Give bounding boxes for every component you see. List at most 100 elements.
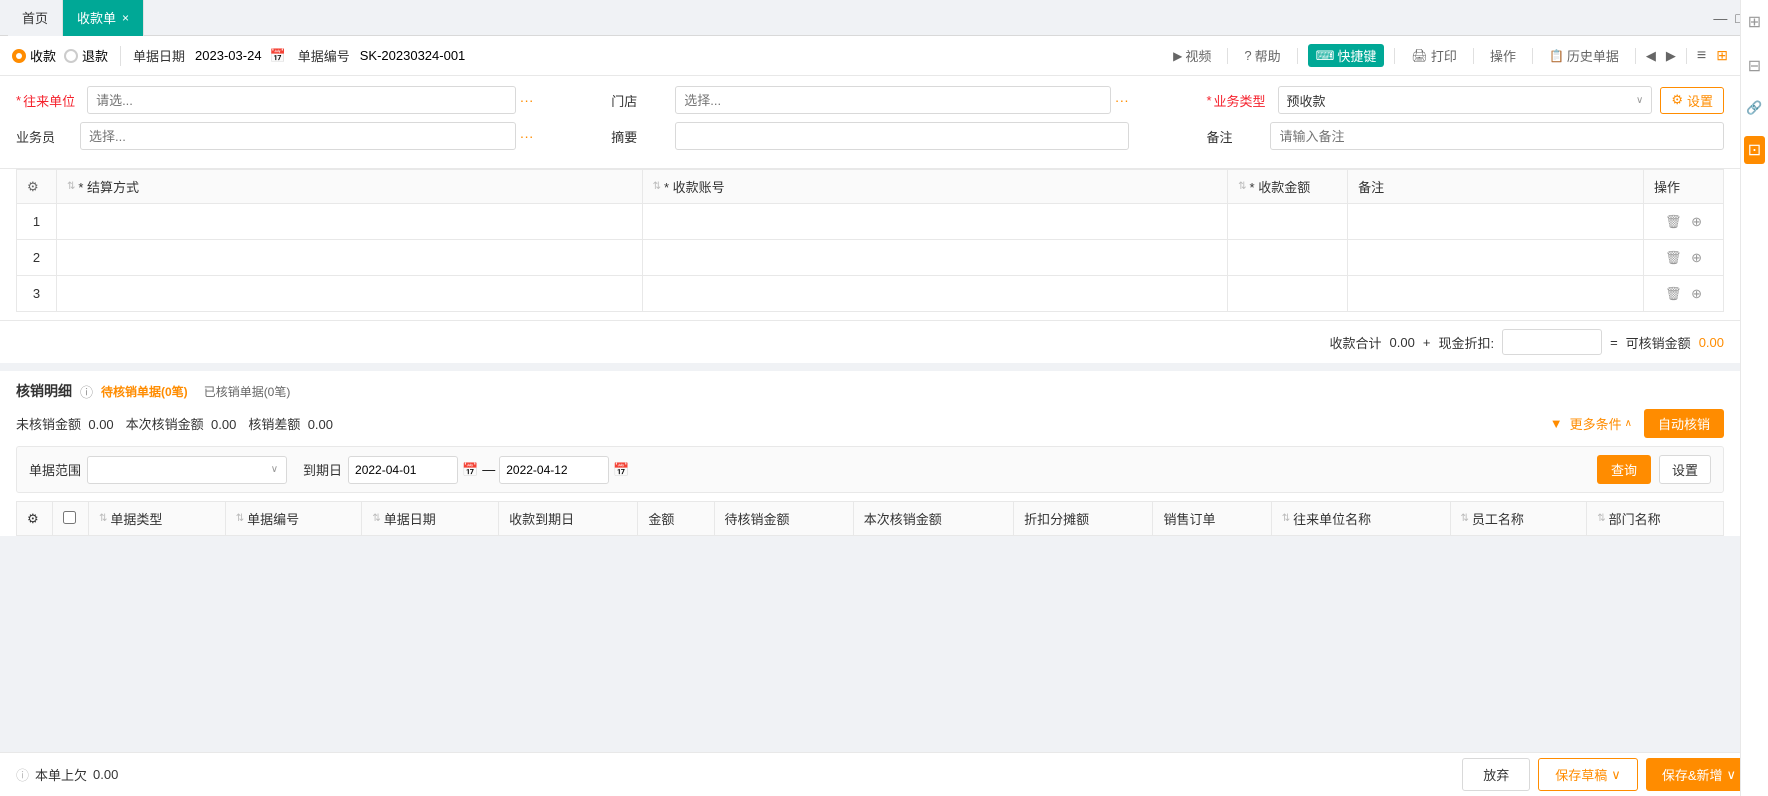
auto-verify-button[interactable]: 自动核销 xyxy=(1644,409,1724,438)
row-amount-3[interactable] xyxy=(1228,276,1348,312)
sort-icon-staff: ⇅ xyxy=(1461,513,1469,524)
video-btn[interactable]: ▶ 视频 xyxy=(1167,44,1217,67)
radio-collection[interactable]: 收款 xyxy=(12,46,56,65)
print-btn[interactable]: 🖨 打印 xyxy=(1405,44,1463,67)
sidebar-icon-1[interactable]: ⊞ xyxy=(1744,8,1765,36)
row-account-2[interactable] xyxy=(642,240,1228,276)
col-number-label: 单据编号 xyxy=(247,509,299,528)
sort-icon-amount: ⇅ xyxy=(1238,181,1246,192)
row-account-3[interactable] xyxy=(642,276,1228,312)
form-row-1: * 往来单位 ··· 门店 ··· * 业务类型 xyxy=(16,86,1724,114)
sidebar-icon-2[interactable]: ⊟ xyxy=(1744,52,1765,80)
row-amount-2[interactable] xyxy=(1228,240,1348,276)
save-new-button[interactable]: 保存&新增 ∨ xyxy=(1646,758,1752,791)
tab-done[interactable]: 已核销单据(0笔) xyxy=(204,383,291,400)
next-icon[interactable]: ▶ xyxy=(1666,48,1676,64)
shop-input[interactable] xyxy=(675,86,1111,114)
tab-collection[interactable]: 收款单 × xyxy=(63,0,144,36)
help-label: 帮助 xyxy=(1255,46,1281,65)
staff-input[interactable] xyxy=(80,122,516,150)
row-remark-1[interactable] xyxy=(1348,204,1644,240)
staff-more-btn[interactable]: ··· xyxy=(520,128,534,144)
row-remark-3[interactable] xyxy=(1348,276,1644,312)
shortcut-label: 快捷键 xyxy=(1337,46,1376,65)
row-remark-2[interactable] xyxy=(1348,240,1644,276)
date-label: 单据日期 xyxy=(133,46,185,65)
equals-sign: = xyxy=(1610,335,1618,350)
row-settlement-2[interactable] xyxy=(57,240,643,276)
toolbar-right: ▶ 视频 ? 帮助 ⌨ 快捷键 🖨 打印 xyxy=(1167,44,1728,67)
sidebar-icon-4[interactable]: ⊡ xyxy=(1744,136,1765,164)
shortcut-btn[interactable]: ⌨ 快捷键 xyxy=(1308,44,1385,67)
settings-button[interactable]: ⚙ 设置 xyxy=(1660,87,1724,114)
row-actions-2: 🗑 ⊕ xyxy=(1644,240,1724,276)
remark-input[interactable] xyxy=(1270,122,1724,150)
counterpart-input[interactable] xyxy=(87,86,516,114)
range-label: 单据范围 xyxy=(29,460,81,479)
prev-icon[interactable]: ◀ xyxy=(1646,48,1656,64)
col-gear[interactable]: ⚙ xyxy=(17,170,57,204)
calendar-start-icon[interactable]: 📅 xyxy=(462,462,478,478)
total-label: 收款合计 xyxy=(1330,333,1382,352)
footer-info-icon[interactable]: ⓘ xyxy=(16,765,29,784)
date-end-input[interactable] xyxy=(499,456,609,484)
row-account-1[interactable] xyxy=(642,204,1228,240)
col-discount-header: 折扣分摊额 xyxy=(1014,502,1153,536)
tab-home[interactable]: 首页 xyxy=(8,0,63,36)
delete-icon-1[interactable]: 🗑 xyxy=(1665,214,1682,229)
discount-input[interactable] xyxy=(1502,329,1602,355)
verify-settings-button[interactable]: 设置 xyxy=(1659,455,1711,484)
copy-icon-2[interactable]: ⊕ xyxy=(1691,250,1702,265)
shop-more-btn[interactable]: ··· xyxy=(1115,92,1129,108)
plus-sign: + xyxy=(1423,335,1431,350)
help-btn[interactable]: ? 帮助 xyxy=(1238,44,1286,67)
tab-close-icon[interactable]: × xyxy=(122,11,129,25)
bottom-table-section: ⚙ ⇅ 单据类型 xyxy=(16,501,1724,536)
row-settlement-1[interactable] xyxy=(57,204,643,240)
gear-icon-bottom[interactable]: ⚙ xyxy=(27,511,39,526)
query-button[interactable]: 查询 xyxy=(1597,455,1651,484)
sort-icon-settlement: ⇅ xyxy=(67,181,75,192)
summary-input[interactable] xyxy=(675,122,1129,150)
business-type-select[interactable]: 预收款 ∨ xyxy=(1278,86,1653,114)
row-amount-1[interactable] xyxy=(1228,204,1348,240)
table-gear-icon[interactable]: ⚙ xyxy=(27,179,39,194)
copy-icon-1[interactable]: ⊕ xyxy=(1691,214,1702,229)
counterpart-field: * 往来单位 ··· xyxy=(16,86,534,114)
list-view-icon[interactable]: ≡ xyxy=(1697,47,1706,65)
calendar-icon[interactable]: 📅 xyxy=(270,48,286,64)
abandon-button[interactable]: 放弃 xyxy=(1462,758,1530,791)
date-start-input[interactable] xyxy=(348,456,458,484)
table-row: 2 🗑 ⊕ xyxy=(17,240,1724,276)
number-field: 单据编号 SK-20230324-001 xyxy=(298,46,466,65)
verify-header: 核销明细 ⓘ 待核销单据(0笔) 已核销单据(0笔) xyxy=(16,381,1724,401)
query-label: 查询 xyxy=(1611,463,1637,478)
col-gear-bottom[interactable]: ⚙ xyxy=(17,502,53,536)
right-sidebar: ⊞ ⊟ 🔗 ⊡ xyxy=(1740,0,1768,796)
counterpart-more-btn[interactable]: ··· xyxy=(520,92,534,108)
diff-value: 0.00 xyxy=(308,417,333,432)
window-minimize-icon[interactable]: — xyxy=(1713,10,1727,26)
range-select[interactable]: ∨ xyxy=(87,456,287,484)
delete-icon-3[interactable]: 🗑 xyxy=(1665,286,1682,301)
verify-info-icon[interactable]: ⓘ xyxy=(80,382,93,401)
video-icon: ▶ xyxy=(1173,49,1182,63)
row-settlement-3[interactable] xyxy=(57,276,643,312)
col-sales-order-header: 销售订单 xyxy=(1153,502,1271,536)
more-conditions-btn[interactable]: ▼ 更多条件 ∧ xyxy=(1550,414,1632,433)
select-all-checkbox[interactable] xyxy=(63,511,76,524)
divider3 xyxy=(1394,48,1395,64)
history-btn[interactable]: 📋 历史单据 xyxy=(1543,44,1625,67)
sidebar-icon-3[interactable]: 🔗 xyxy=(1742,96,1766,120)
calendar-end-icon[interactable]: 📅 xyxy=(613,462,629,478)
copy-icon-3[interactable]: ⊕ xyxy=(1691,286,1702,301)
delete-icon-2[interactable]: 🗑 xyxy=(1665,250,1682,265)
form-row-2: 业务员 ··· 摘要 备注 xyxy=(16,122,1724,150)
col-remark-header: 备注 xyxy=(1348,170,1644,204)
grid-view-icon[interactable]: ⊞ xyxy=(1716,47,1728,64)
operations-btn[interactable]: 操作 xyxy=(1484,44,1522,67)
tab-pending[interactable]: 待核销单据(0笔) xyxy=(101,383,188,400)
save-draft-button[interactable]: 保存草稿 ∨ xyxy=(1538,758,1638,791)
radio-refund[interactable]: 退款 xyxy=(64,46,108,65)
radio-refund-label: 退款 xyxy=(82,46,108,65)
